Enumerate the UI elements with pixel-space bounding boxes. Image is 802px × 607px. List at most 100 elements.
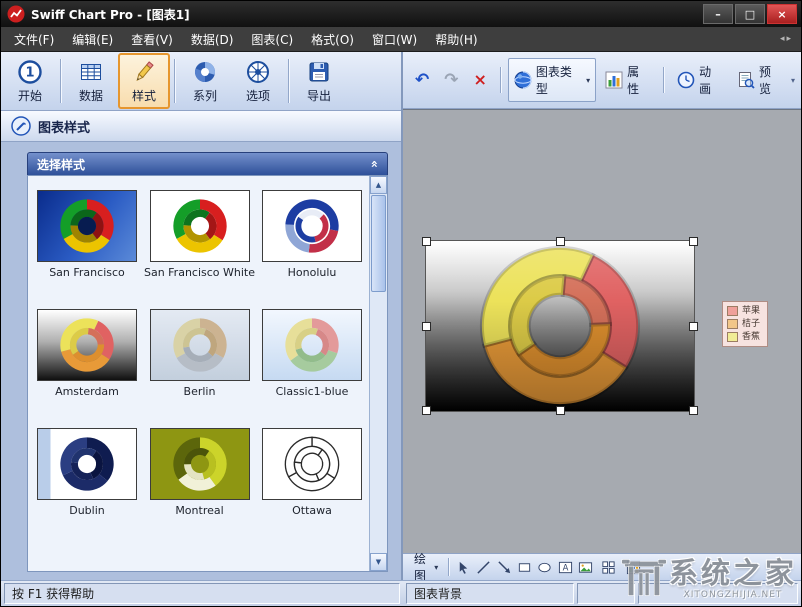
menu-overflow-icon[interactable]: ◂▸: [780, 34, 801, 44]
textbox-tool-icon[interactable]: A: [556, 557, 574, 578]
style-item-ottawa[interactable]: Ottawa: [261, 428, 363, 517]
animation-label: 动画: [699, 63, 722, 97]
style-thumbnail[interactable]: [37, 190, 137, 262]
ellipse-tool-icon[interactable]: [536, 557, 554, 578]
style-item-amsterdam[interactable]: Amsterdam: [36, 309, 138, 398]
chart-legend[interactable]: 苹果 桔子 香蕉: [722, 301, 768, 347]
ribbon-style-button[interactable]: 样式: [118, 53, 170, 109]
select-tool-icon[interactable]: [454, 557, 472, 578]
ribbon-start-button[interactable]: 1 开始: [4, 53, 56, 109]
ribbon-series-button[interactable]: 系列: [179, 53, 231, 109]
toolbar-separator: [288, 59, 289, 103]
menu-edit[interactable]: 编辑(E): [63, 28, 122, 51]
undo-icon: ↶: [415, 72, 429, 89]
image-tool-icon[interactable]: [577, 557, 595, 578]
ribbon-data-button[interactable]: 数据: [65, 53, 117, 109]
ribbon-series-label: 系列: [193, 87, 217, 104]
data-table-icon: [78, 59, 104, 85]
menu-data[interactable]: 数据(D): [182, 28, 243, 51]
style-thumbnail[interactable]: [150, 309, 250, 381]
style-thumbnail[interactable]: [37, 309, 137, 381]
menu-chart[interactable]: 图表(C): [242, 28, 302, 51]
selection-handle[interactable]: [422, 237, 431, 246]
style-item-san-francisco-white[interactable]: San Francisco White: [144, 190, 255, 279]
toolbar-overflow-icon[interactable]: ▾: [791, 76, 795, 85]
arrow-tool-icon[interactable]: [495, 557, 513, 578]
menu-window[interactable]: 窗口(W): [363, 28, 426, 51]
preview-button[interactable]: 预览: [731, 58, 788, 102]
style-panel-icon: [11, 116, 31, 136]
style-list-scrollbar[interactable]: ▲ ▼: [369, 176, 387, 571]
line-tool-icon[interactable]: [474, 557, 492, 578]
style-thumbnail[interactable]: [262, 309, 362, 381]
grid-tool-icon[interactable]: [597, 557, 620, 578]
scrollbar-track[interactable]: [370, 194, 387, 553]
redo-button[interactable]: ↷: [438, 67, 464, 94]
maximize-button[interactable]: □: [735, 4, 765, 24]
start-icon: 1: [17, 59, 43, 85]
style-label: Dublin: [69, 504, 105, 517]
delete-button[interactable]: ×: [468, 67, 493, 93]
preview-label: 预览: [759, 63, 782, 97]
chevron-down-icon: ▾: [434, 563, 438, 572]
style-item-dublin[interactable]: Dublin: [36, 428, 138, 517]
legend-item: 香蕉: [727, 332, 763, 342]
left-pane: 1 开始 数据 样式: [1, 52, 403, 580]
style-label: Montreal: [175, 504, 223, 517]
chart-canvas[interactable]: 苹果 桔子 香蕉: [403, 109, 801, 553]
selection-handle[interactable]: [689, 322, 698, 331]
style-label: Ottawa: [292, 504, 332, 517]
menu-file[interactable]: 文件(F): [5, 28, 63, 51]
properties-button[interactable]: 属性: [599, 58, 656, 102]
undo-button[interactable]: ↶: [409, 67, 435, 94]
chart-object[interactable]: [425, 240, 695, 412]
style-pencil-icon: [131, 59, 157, 85]
menu-help[interactable]: 帮助(H): [426, 28, 486, 51]
close-button[interactable]: ×: [767, 4, 797, 24]
properties-label: 属性: [627, 63, 650, 97]
style-thumbnail[interactable]: [262, 428, 362, 500]
style-thumbnail[interactable]: [37, 428, 137, 500]
donut-preview: [284, 436, 340, 492]
style-panel-header: 图表样式: [1, 111, 401, 142]
selection-handle[interactable]: [422, 322, 431, 331]
donut-chart[interactable]: [478, 244, 642, 408]
rectangle-tool-icon[interactable]: [515, 557, 533, 578]
style-item-berlin[interactable]: Berlin: [144, 309, 255, 398]
menu-view[interactable]: 查看(V): [122, 28, 182, 51]
style-item-classic1-blue[interactable]: Classic1-blue: [261, 309, 363, 398]
style-thumbnail[interactable]: [150, 190, 250, 262]
style-thumbnail[interactable]: [150, 428, 250, 500]
menu-format[interactable]: 格式(O): [302, 28, 363, 51]
style-item-san-francisco[interactable]: San Francisco: [36, 190, 138, 279]
style-item-montreal[interactable]: Montreal: [144, 428, 255, 517]
selection-handle[interactable]: [689, 237, 698, 246]
chart-type-button[interactable]: 图表类型 ▾: [508, 58, 596, 102]
selection-handle[interactable]: [556, 406, 565, 415]
legend-swatch: [727, 319, 738, 329]
scroll-up-icon[interactable]: ▲: [370, 176, 387, 194]
app-logo-icon: [7, 5, 25, 23]
menu-bar: 文件(F) 编辑(E) 查看(V) 数据(D) 图表(C) 格式(O) 窗口(W…: [1, 27, 801, 52]
delete-icon: ×: [474, 72, 487, 88]
ribbon-data-label: 数据: [79, 87, 103, 104]
toolbar-separator: [60, 59, 61, 103]
selection-handle[interactable]: [689, 406, 698, 415]
donut-preview: [172, 198, 228, 254]
style-label: Amsterdam: [55, 385, 119, 398]
animation-button[interactable]: 动画: [671, 58, 728, 102]
selection-handle[interactable]: [556, 237, 565, 246]
chart-frame-tool-icon[interactable]: [622, 557, 645, 578]
minimize-button[interactable]: –: [703, 4, 733, 24]
ribbon-options-button[interactable]: 选项: [232, 53, 284, 109]
collapse-chevron-icon[interactable]: »: [367, 160, 381, 168]
ribbon-export-button[interactable]: 导出: [293, 53, 345, 109]
select-style-section-header[interactable]: 选择样式 »: [27, 152, 388, 175]
style-thumbnail[interactable]: [262, 190, 362, 262]
scroll-down-icon[interactable]: ▼: [370, 553, 387, 571]
style-item-honolulu[interactable]: Honolulu: [261, 190, 363, 279]
scrollbar-thumb[interactable]: [371, 195, 386, 292]
legend-label: 香蕉: [742, 333, 760, 342]
selection-handle[interactable]: [422, 406, 431, 415]
donut-preview: [172, 436, 228, 492]
